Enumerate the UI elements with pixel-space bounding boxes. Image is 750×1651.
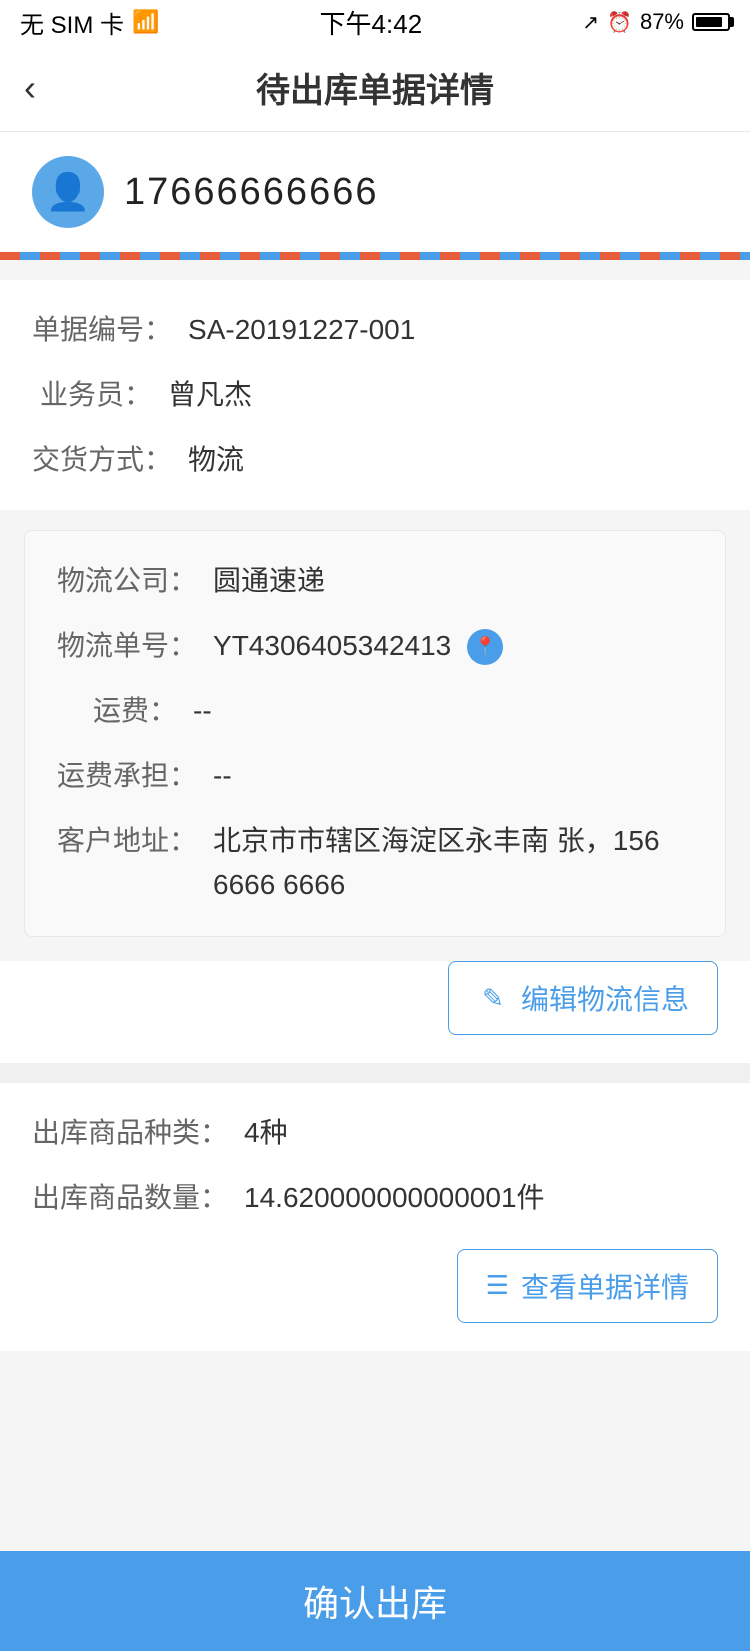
separator-1 [0, 1063, 750, 1083]
tracking-label: 物流单号： [57, 624, 197, 669]
detail-icon: ☰ [486, 1270, 509, 1301]
logistics-card: 物流公司： 圆通速递 物流单号： YT4306405342413 📍 运费： -… [24, 530, 726, 937]
page-title: 待出库单据详情 [256, 63, 494, 112]
dashed-divider [0, 252, 750, 260]
logistics-company-label: 物流公司： [57, 559, 197, 604]
status-right: ↗ ⏰ 87% [582, 9, 730, 35]
detail-btn-label: 查看单据详情 [521, 1266, 689, 1306]
address-value: 北京市市辖区海淀区永丰南 张，156 6666 6666 [213, 819, 693, 909]
delivery-method-row: 交货方式： 物流 [32, 438, 718, 483]
freight-bearer-row: 运费承担： -- [57, 754, 693, 799]
goods-types-row: 出库商品种类： 4种 [32, 1111, 718, 1156]
confirm-button[interactable]: 确认出库 [0, 1551, 750, 1651]
alarm-icon: ⏰ [607, 10, 632, 35]
wifi-icon: 📶 [132, 9, 159, 35]
address-label: 客户地址： [57, 819, 197, 864]
user-phone: 17666666666 [124, 171, 378, 214]
back-button[interactable]: ‹ [24, 67, 36, 109]
avatar-icon: 👤 [46, 171, 91, 213]
battery-text: 87% [640, 9, 684, 35]
empty-area [0, 1351, 750, 1551]
status-time: 下午4:42 [320, 4, 423, 41]
location-icon[interactable]: 📍 [467, 629, 503, 665]
doc-number-value: SA-20191227-001 [188, 308, 718, 353]
freight-bearer-value: -- [213, 754, 693, 799]
carrier-text: 无 SIM 卡 [20, 5, 124, 40]
freight-value: -- [193, 689, 693, 734]
delivery-method-label: 交货方式： [32, 438, 172, 483]
avatar: 👤 [32, 156, 104, 228]
doc-number-row: 单据编号： SA-20191227-001 [32, 308, 718, 353]
logistics-company-row: 物流公司： 圆通速递 [57, 559, 693, 604]
edit-btn-row: ✎ 编辑物流信息 [0, 961, 750, 1063]
goods-types-value: 4种 [244, 1111, 718, 1156]
goods-quantity-row: 出库商品数量： 14.620000000000001件 [32, 1176, 718, 1221]
bottom-area: 确认出库 [0, 1551, 750, 1651]
freight-row: 运费： -- [57, 689, 693, 734]
goods-quantity-value: 14.620000000000001件 [244, 1176, 718, 1221]
user-header: 👤 17666666666 [0, 132, 750, 252]
freight-label: 运费： [57, 689, 177, 734]
battery-indicator [692, 13, 730, 31]
sales-person-value: 曾凡杰 [168, 373, 718, 418]
address-row: 客户地址： 北京市市辖区海淀区永丰南 张，156 6666 6666 [57, 819, 693, 909]
sales-person-label: 业务员： [32, 373, 152, 418]
freight-bearer-label: 运费承担： [57, 754, 197, 799]
doc-number-label: 单据编号： [32, 308, 172, 353]
basic-info-section: 单据编号： SA-20191227-001 业务员： 曾凡杰 交货方式： 物流 [0, 280, 750, 510]
nav-bar: ‹ 待出库单据详情 [0, 44, 750, 132]
status-bar: 无 SIM 卡 📶 下午4:42 ↗ ⏰ 87% [0, 0, 750, 44]
tracking-number: YT4306405342413 [213, 624, 451, 669]
edit-btn-label: 编辑物流信息 [521, 978, 689, 1018]
delivery-method-value: 物流 [188, 438, 718, 483]
logistics-company-value: 圆通速递 [213, 559, 693, 604]
tracking-row: 物流单号： YT4306405342413 📍 [57, 624, 693, 669]
edit-logistics-button[interactable]: ✎ 编辑物流信息 [448, 961, 718, 1035]
goods-quantity-label: 出库商品数量： [32, 1176, 228, 1221]
status-left: 无 SIM 卡 📶 [20, 5, 159, 40]
detail-btn-row: ☰ 查看单据详情 [0, 1249, 750, 1351]
goods-info-section: 出库商品种类： 4种 出库商品数量： 14.620000000000001件 [0, 1083, 750, 1249]
edit-icon: ✎ [477, 982, 509, 1014]
tracking-value-row: YT4306405342413 📍 [213, 624, 693, 669]
goods-types-label: 出库商品种类： [32, 1111, 228, 1156]
pin-icon: 📍 [474, 632, 496, 661]
location-icon: ↗ [582, 10, 599, 35]
sales-person-row: 业务员： 曾凡杰 [32, 373, 718, 418]
view-detail-button[interactable]: ☰ 查看单据详情 [457, 1249, 718, 1323]
